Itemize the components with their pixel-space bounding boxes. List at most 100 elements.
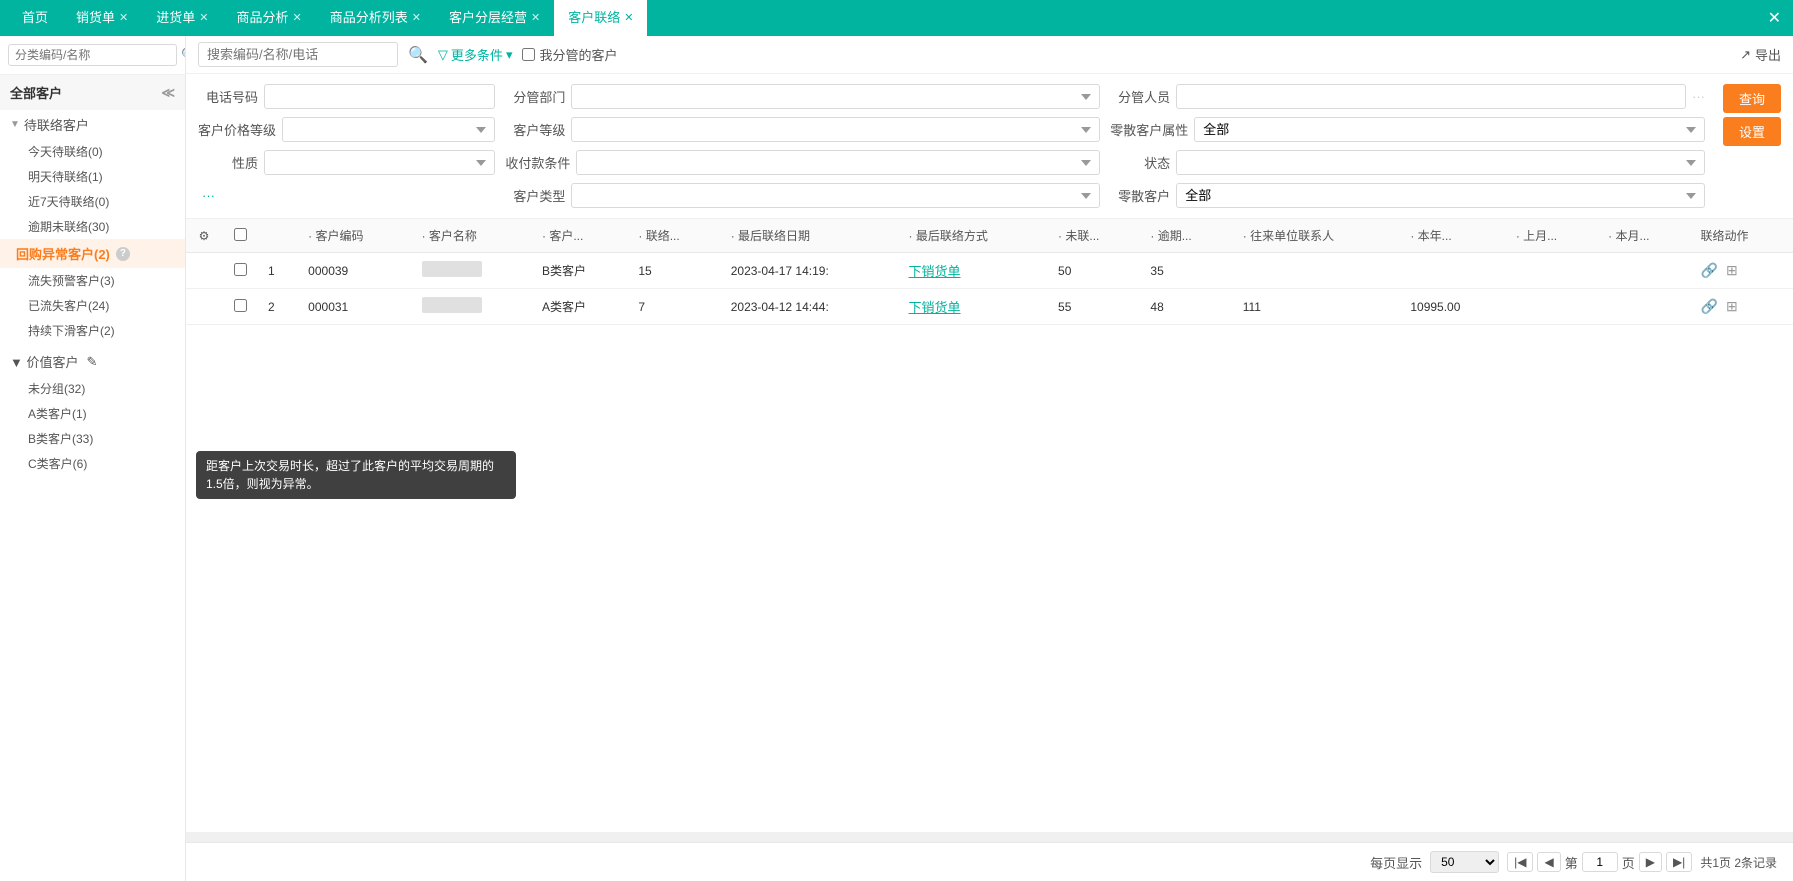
sidebar-item-overdue[interactable]: 逾期未联络(30) — [0, 214, 185, 239]
current-page-input[interactable] — [1582, 852, 1618, 872]
settings-button[interactable]: 设置 — [1723, 117, 1781, 146]
col-this-month-header[interactable]: · 本月... — [1598, 219, 1690, 253]
retail-select[interactable]: 全部 — [1176, 183, 1705, 208]
nav-sales[interactable]: 销货单 ✕ — [62, 0, 142, 36]
filter-row-4: ··· 客户类型 零散客户 全部 — [198, 183, 1705, 208]
sidebar-item-churned[interactable]: 已流失客户(24) — [0, 293, 185, 318]
nav-customer-segments[interactable]: 客户分层经营 ✕ — [435, 0, 554, 36]
col-contact-header[interactable]: · 联络... — [628, 219, 720, 253]
row2-last-month — [1506, 289, 1598, 325]
data-table-container[interactable]: ⚙ · 客户编码 · 客户名称 · 客户... · 联络... · 最后联络日期… — [186, 219, 1793, 832]
col-code-header[interactable]: · 客户编码 — [298, 219, 411, 253]
query-button[interactable]: 查询 — [1723, 84, 1781, 113]
search-input[interactable] — [198, 42, 398, 67]
nav-product-analysis-close[interactable]: ✕ — [293, 0, 302, 36]
per-page-select[interactable]: 50 100 200 — [1430, 851, 1499, 873]
phone-input[interactable] — [264, 84, 495, 109]
nav-customer-contact[interactable]: 客户联络 ✕ — [554, 0, 647, 36]
filter-more-field: ··· — [198, 184, 495, 207]
col-last-method-header[interactable]: · 最后联络方式 — [899, 219, 1049, 253]
sidebar-group-pending[interactable]: 待联络客户 — [0, 110, 185, 139]
row2-uncontacted: 55 — [1048, 289, 1140, 325]
row2-link-icon[interactable]: 🔗 — [1701, 298, 1718, 315]
table-body: 1 000039 B类客户 15 2023-04-17 14:19: 下销货单 … — [186, 253, 1793, 325]
col-uncontacted-header[interactable]: · 未联... — [1048, 219, 1140, 253]
more-filter-button[interactable]: ··· — [198, 184, 219, 207]
row2-overdue: 48 — [1140, 289, 1232, 325]
filter-retail-attr-field: 零散客户属性 全部 — [1110, 117, 1705, 142]
export-button[interactable]: ↗ 导出 — [1740, 45, 1781, 64]
nav-purchase[interactable]: 进货单 ✕ — [142, 0, 222, 36]
sidebar-item-declining[interactable]: 持续下滑客户(2) — [0, 318, 185, 343]
window-close-button[interactable]: ✕ — [1768, 8, 1781, 28]
sidebar-item-tomorrow[interactable]: 明天待联络(1) — [0, 164, 185, 189]
row2-check[interactable] — [234, 299, 247, 312]
nav-product-analysis-list[interactable]: 商品分析列表 ✕ — [316, 0, 435, 36]
sidebar-item-class-a[interactable]: A类客户(1) — [0, 401, 185, 426]
search-button[interactable]: 🔍 — [408, 45, 428, 65]
row1-action: 🔗 ⊞ — [1691, 253, 1793, 289]
prev-page-button[interactable]: ◀ — [1537, 852, 1560, 872]
row1-link-icon[interactable]: 🔗 — [1701, 262, 1718, 279]
my-customers-checkbox[interactable]: 我分管的客户 — [522, 45, 617, 64]
table-header-row: ⚙ · 客户编码 · 客户名称 · 客户... · 联络... · 最后联络日期… — [186, 219, 1793, 253]
customer-table: ⚙ · 客户编码 · 客户名称 · 客户... · 联络... · 最后联络日期… — [186, 219, 1793, 325]
person-input[interactable] — [1176, 84, 1686, 109]
row2-settings — [186, 289, 222, 325]
col-last-date-header[interactable]: · 最后联络日期 — [721, 219, 899, 253]
col-settings[interactable]: ⚙ — [186, 219, 222, 253]
sidebar-item-7days[interactable]: 近7天待联络(0) — [0, 189, 185, 214]
anomaly-info-icon[interactable]: ? — [116, 247, 130, 261]
last-page-button[interactable]: ▶| — [1666, 852, 1692, 872]
sidebar-item-ungrouped[interactable]: 未分组(32) — [0, 376, 185, 401]
sidebar-collapse-button[interactable]: ≪ — [161, 85, 175, 101]
col-contact-person-header[interactable]: · 往来单位联系人 — [1233, 219, 1401, 253]
col-last-month-header[interactable]: · 上月... — [1506, 219, 1598, 253]
my-customers-check[interactable] — [522, 48, 535, 61]
col-overdue-header[interactable]: · 逾期... — [1140, 219, 1232, 253]
filter-row-1: 电话号码 分管部门 分管人员 ··· — [198, 84, 1705, 109]
nav-contact-close[interactable]: ✕ — [624, 0, 633, 36]
payment-select[interactable] — [576, 150, 1100, 175]
gender-select[interactable] — [264, 150, 495, 175]
customer-level-select[interactable] — [571, 117, 1100, 142]
sidebar-item-anomaly[interactable]: 回购异常客户(2) ? — [0, 239, 185, 268]
nav-purchase-close[interactable]: ✕ — [199, 0, 208, 36]
content-area: 🔍 ▽ 更多条件 ▾ 我分管的客户 ↗ 导出 — [186, 36, 1793, 881]
sidebar-search-input[interactable] — [8, 44, 177, 66]
col-this-year-header[interactable]: · 本年... — [1400, 219, 1505, 253]
next-page-button[interactable]: ▶ — [1639, 852, 1662, 872]
more-conditions-button[interactable]: ▽ 更多条件 ▾ — [438, 45, 513, 64]
row1-grid-icon[interactable]: ⊞ — [1726, 262, 1738, 279]
dept-select[interactable] — [571, 84, 1100, 109]
value-group-edit-icon[interactable]: ✎ — [86, 354, 97, 370]
horizontal-scrollbar[interactable] — [186, 832, 1793, 842]
select-all-checkbox[interactable] — [234, 228, 247, 241]
person-more-icon[interactable]: ··· — [1692, 89, 1705, 104]
status-select[interactable] — [1176, 150, 1705, 175]
sidebar-item-class-b[interactable]: B类客户(33) — [0, 426, 185, 451]
retail-attr-select[interactable]: 全部 — [1194, 117, 1705, 142]
col-category-header[interactable]: · 客户... — [532, 219, 628, 253]
dept-label: 分管部门 — [505, 87, 565, 106]
sidebar-item-today[interactable]: 今天待联络(0) — [0, 139, 185, 164]
first-page-button[interactable]: |◀ — [1507, 852, 1533, 872]
customer-type-select[interactable] — [571, 183, 1100, 208]
nav-product-analysis[interactable]: 商品分析 ✕ — [222, 0, 315, 36]
nav-product-list-close[interactable]: ✕ — [412, 0, 421, 36]
sidebar-item-churn-warning[interactable]: 流失预警客户(3) — [0, 268, 185, 293]
row2-this-year: 10995.00 — [1400, 289, 1505, 325]
pagination-bar: 每页显示 50 100 200 |◀ ◀ 第 页 ▶ ▶| 共1页 2条记录 — [186, 842, 1793, 881]
nav-sales-close[interactable]: ✕ — [119, 0, 128, 36]
nav-segments-close[interactable]: ✕ — [531, 0, 540, 36]
col-name-header[interactable]: · 客户名称 — [412, 219, 532, 253]
sidebar-group-value[interactable]: ▼ 价值客户 ✎ — [0, 347, 185, 376]
price-level-select[interactable] — [282, 117, 495, 142]
nav-home[interactable]: 首页 — [8, 0, 62, 36]
filter-row-3: 性质 收付款条件 状态 — [198, 150, 1705, 175]
row1-check[interactable] — [234, 263, 247, 276]
filter-bar: 🔍 ▽ 更多条件 ▾ 我分管的客户 ↗ 导出 — [186, 36, 1793, 74]
row2-checkbox — [222, 289, 258, 325]
sidebar-item-class-c[interactable]: C类客户(6) — [0, 451, 185, 476]
row2-grid-icon[interactable]: ⊞ — [1726, 298, 1738, 315]
